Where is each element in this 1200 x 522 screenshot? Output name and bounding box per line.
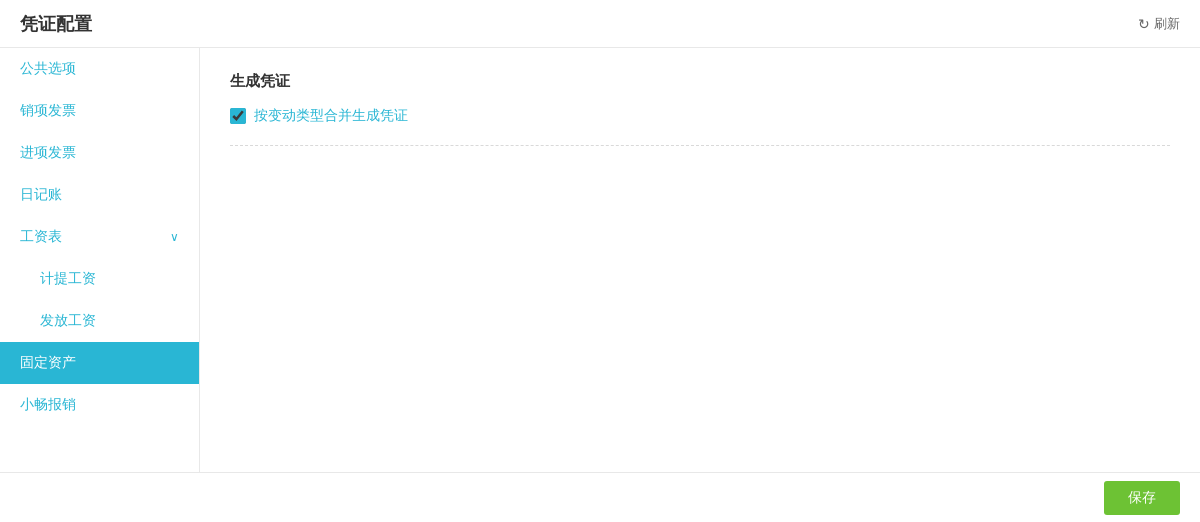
sidebar-item-purchase-invoice[interactable]: 进项发票: [0, 132, 199, 174]
sidebar-item-label: 发放工资: [40, 312, 96, 330]
sidebar-item-label: 固定资产: [20, 354, 76, 372]
page-footer: 保存: [0, 472, 1200, 522]
sidebar-item-payroll-accrual[interactable]: 计提工资: [0, 258, 199, 300]
sidebar: 公共选项销项发票进项发票日记账工资表 ∨ 计提工资发放工资固定资产小畅报销: [0, 48, 200, 472]
sidebar-item-payroll-table[interactable]: 工资表 ∨: [0, 216, 199, 258]
sidebar-item-label: 进项发票: [20, 144, 76, 162]
sidebar-item-journal[interactable]: 日记账: [0, 174, 199, 216]
sidebar-item-label: 公共选项: [20, 60, 76, 78]
sidebar-item-label: 日记账: [20, 186, 62, 204]
sidebar-item-label: 销项发票: [20, 102, 76, 120]
save-button[interactable]: 保存: [1104, 481, 1180, 515]
sidebar-item-public-options[interactable]: 公共选项: [0, 48, 199, 90]
sidebar-item-expense-report[interactable]: 小畅报销: [0, 384, 199, 426]
refresh-label: 刷新: [1154, 15, 1180, 33]
sidebar-item-fixed-assets[interactable]: 固定资产: [0, 342, 199, 384]
page-header: 凭证配置 ↻ 刷新: [0, 0, 1200, 48]
sidebar-item-label: 工资表: [20, 228, 62, 246]
section-divider: [230, 145, 1170, 146]
main-container: 公共选项销项发票进项发票日记账工资表 ∨ 计提工资发放工资固定资产小畅报销 生成凭证…: [0, 48, 1200, 472]
sidebar-item-payroll-distribution[interactable]: 发放工资: [0, 300, 199, 342]
sidebar-item-sales-invoice[interactable]: 销项发票: [0, 90, 199, 132]
merge-voucher-label[interactable]: 按变动类型合并生成凭证: [254, 107, 408, 125]
content-area: 生成凭证 按变动类型合并生成凭证: [200, 48, 1200, 472]
section-title: 生成凭证: [230, 72, 1170, 91]
refresh-button[interactable]: ↻ 刷新: [1138, 15, 1180, 33]
chevron-down-icon: ∨: [170, 230, 179, 244]
page-title: 凭证配置: [20, 12, 92, 36]
sidebar-item-label: 计提工资: [40, 270, 96, 288]
merge-voucher-checkbox[interactable]: [230, 108, 246, 124]
sidebar-item-label: 小畅报销: [20, 396, 76, 414]
merge-voucher-row: 按变动类型合并生成凭证: [230, 107, 1170, 125]
refresh-icon: ↻: [1138, 16, 1150, 32]
